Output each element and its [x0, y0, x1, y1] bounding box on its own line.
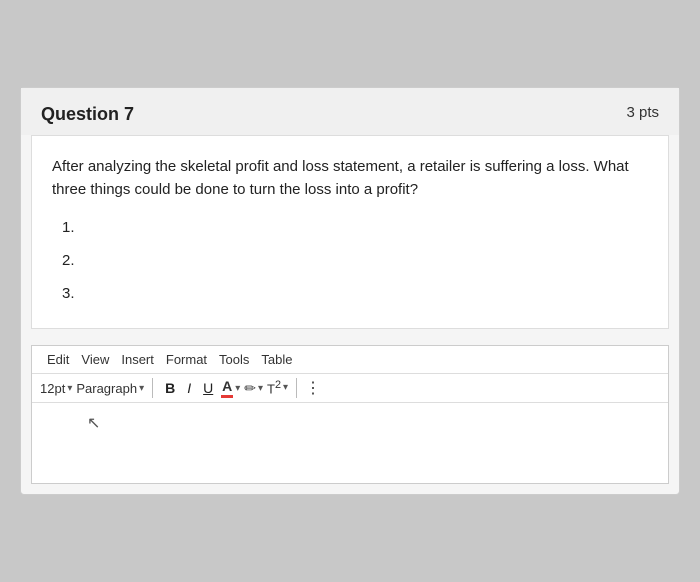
text-editor[interactable]: Edit View Insert Format Tools Table 12pt… — [31, 345, 669, 484]
list-item-2: 2. — [62, 252, 648, 269]
question-body: After analyzing the skeletal profit and … — [31, 135, 669, 329]
question-title: Question 7 — [41, 104, 134, 125]
paragraph-chevron-icon: ▾ — [139, 383, 144, 394]
superscript-chevron-icon: ▾ — [283, 382, 288, 393]
bold-button[interactable]: B — [161, 378, 179, 398]
toolbar-divider-2 — [296, 378, 297, 398]
numbered-list: 1. 2. 3. — [62, 219, 648, 302]
menu-format[interactable]: Format — [161, 350, 212, 369]
menu-tools[interactable]: Tools — [214, 350, 254, 369]
superscript-label: T2 — [267, 379, 281, 396]
menu-insert[interactable]: Insert — [116, 350, 159, 369]
menu-bar: Edit View Insert Format Tools Table — [32, 346, 668, 373]
cursor-icon: ↖ — [87, 413, 100, 433]
list-item-3: 3. — [62, 285, 648, 302]
editor-toolbar: 12pt ▾ Paragraph ▾ B I U A ▾ ✏ ▾ — [32, 373, 668, 403]
paragraph-select[interactable]: Paragraph ▾ — [76, 381, 144, 396]
highlight-chevron-icon: ▾ — [258, 383, 263, 394]
font-size-chevron-icon: ▾ — [67, 383, 72, 394]
paragraph-value: Paragraph — [76, 381, 137, 396]
underline-button[interactable]: U — [199, 378, 217, 398]
menu-view[interactable]: View — [76, 350, 114, 369]
font-size-value: 12pt — [40, 381, 65, 396]
editor-content-area[interactable]: ↖ — [32, 403, 668, 483]
font-color-select[interactable]: A ▾ — [221, 378, 240, 398]
font-color-icon: A — [221, 378, 233, 398]
question-points: 3 pts — [626, 104, 659, 121]
font-size-select[interactable]: 12pt ▾ — [40, 381, 72, 396]
highlight-select[interactable]: ✏ ▾ — [244, 380, 263, 397]
toolbar-divider-1 — [152, 378, 153, 398]
list-item-1: 1. — [62, 219, 648, 236]
menu-edit[interactable]: Edit — [42, 350, 74, 369]
more-options-button[interactable]: ⋮ — [305, 378, 322, 398]
font-color-chevron-icon: ▾ — [235, 383, 240, 394]
menu-table[interactable]: Table — [256, 350, 297, 369]
question-header: Question 7 3 pts — [21, 88, 679, 135]
question-text: After analyzing the skeletal profit and … — [52, 156, 648, 201]
highlight-icon: ✏ — [244, 380, 256, 397]
question-card: Question 7 3 pts After analyzing the ske… — [20, 87, 680, 495]
italic-button[interactable]: I — [183, 378, 195, 398]
superscript-select[interactable]: T2 ▾ — [267, 379, 288, 396]
